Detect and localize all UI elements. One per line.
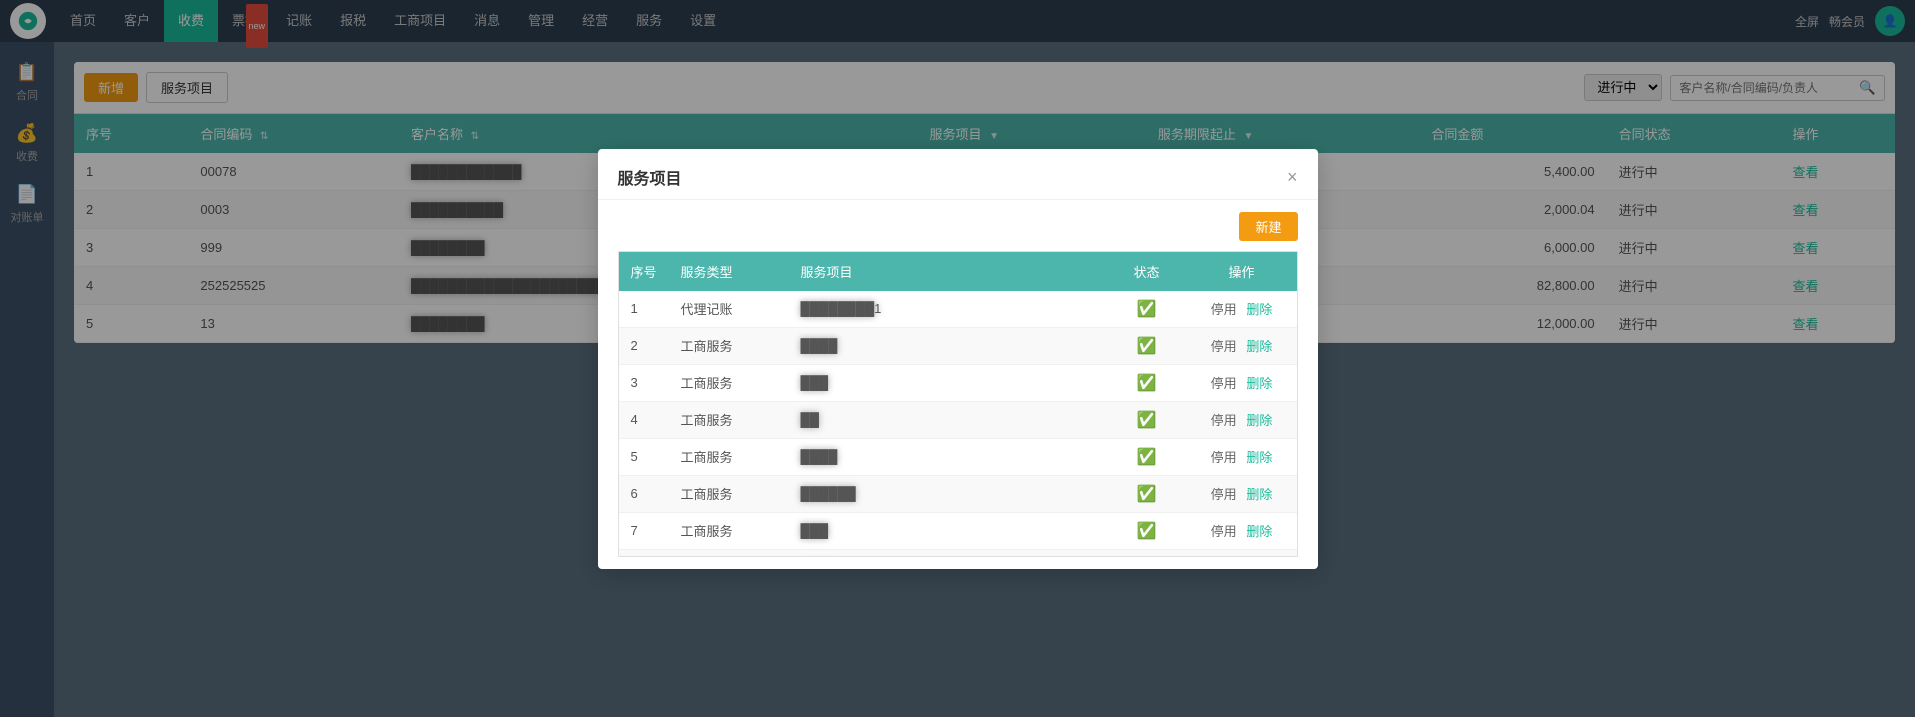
list-item: 1 代理记账 ████████1 ✅ 停用 删除 [619, 291, 1297, 328]
disable-button[interactable]: 停用 [1211, 524, 1237, 539]
list-item: 8 工商服务 ████注册 ✅ 停用 删除 [619, 549, 1297, 557]
modal-overlay: 服务项目 × 新建 序号 服务类型 服务项目 状态 操作 [0, 0, 1915, 717]
list-item: 5 工商服务 ████ ✅ 停用 删除 [619, 438, 1297, 475]
delete-button[interactable]: 删除 [1246, 413, 1272, 428]
status-check-icon: ✅ [1137, 301, 1157, 318]
list-item: 2 工商服务 ████ ✅ 停用 删除 [619, 327, 1297, 364]
delete-button[interactable]: 删除 [1246, 450, 1272, 465]
status-check-icon: ✅ [1137, 375, 1157, 392]
status-check-icon: ✅ [1137, 449, 1157, 466]
disable-button[interactable]: 停用 [1211, 450, 1237, 465]
modal-col-action: 操作 [1187, 252, 1297, 291]
modal-col-status: 状态 [1107, 252, 1187, 291]
modal-body: 新建 序号 服务类型 服务项目 状态 操作 [598, 200, 1318, 569]
modal-new-button[interactable]: 新建 [1239, 212, 1297, 241]
modal-table: 序号 服务类型 服务项目 状态 操作 1 代理记账 ████████1 ✅ [619, 252, 1297, 557]
status-check-icon: ✅ [1137, 523, 1157, 540]
disable-button[interactable]: 停用 [1211, 376, 1237, 391]
list-item: 3 工商服务 ███ ✅ 停用 删除 [619, 364, 1297, 401]
modal-table-wrap: 序号 服务类型 服务项目 状态 操作 1 代理记账 ████████1 ✅ [618, 251, 1298, 557]
disable-button[interactable]: 停用 [1211, 413, 1237, 428]
delete-button[interactable]: 删除 [1246, 524, 1272, 539]
modal-toolbar: 新建 [618, 212, 1298, 241]
delete-button[interactable]: 删除 [1246, 376, 1272, 391]
delete-button[interactable]: 删除 [1246, 339, 1272, 354]
delete-button[interactable]: 删除 [1246, 487, 1272, 502]
status-check-icon: ✅ [1137, 338, 1157, 355]
modal-col-seq: 序号 [619, 252, 669, 291]
list-item: 6 工商服务 ██████ ✅ 停用 删除 [619, 475, 1297, 512]
modal-table-header: 序号 服务类型 服务项目 状态 操作 [619, 252, 1297, 291]
delete-button[interactable]: 删除 [1246, 302, 1272, 317]
modal-close-button[interactable]: × [1287, 168, 1298, 186]
status-check-icon: ✅ [1137, 412, 1157, 429]
modal-header: 服务项目 × [598, 149, 1318, 200]
disable-button[interactable]: 停用 [1211, 487, 1237, 502]
list-item: 7 工商服务 ███ ✅ 停用 删除 [619, 512, 1297, 549]
modal-col-item: 服务项目 [789, 252, 1107, 291]
list-item: 4 工商服务 ██ ✅ 停用 删除 [619, 401, 1297, 438]
modal-col-type: 服务类型 [669, 252, 789, 291]
status-check-icon: ✅ [1137, 486, 1157, 503]
modal-table-body: 1 代理记账 ████████1 ✅ 停用 删除 2 工商服务 [619, 291, 1297, 557]
modal-title: 服务项目 [618, 165, 682, 189]
service-items-modal: 服务项目 × 新建 序号 服务类型 服务项目 状态 操作 [598, 149, 1318, 569]
disable-button[interactable]: 停用 [1211, 302, 1237, 317]
disable-button[interactable]: 停用 [1211, 339, 1237, 354]
